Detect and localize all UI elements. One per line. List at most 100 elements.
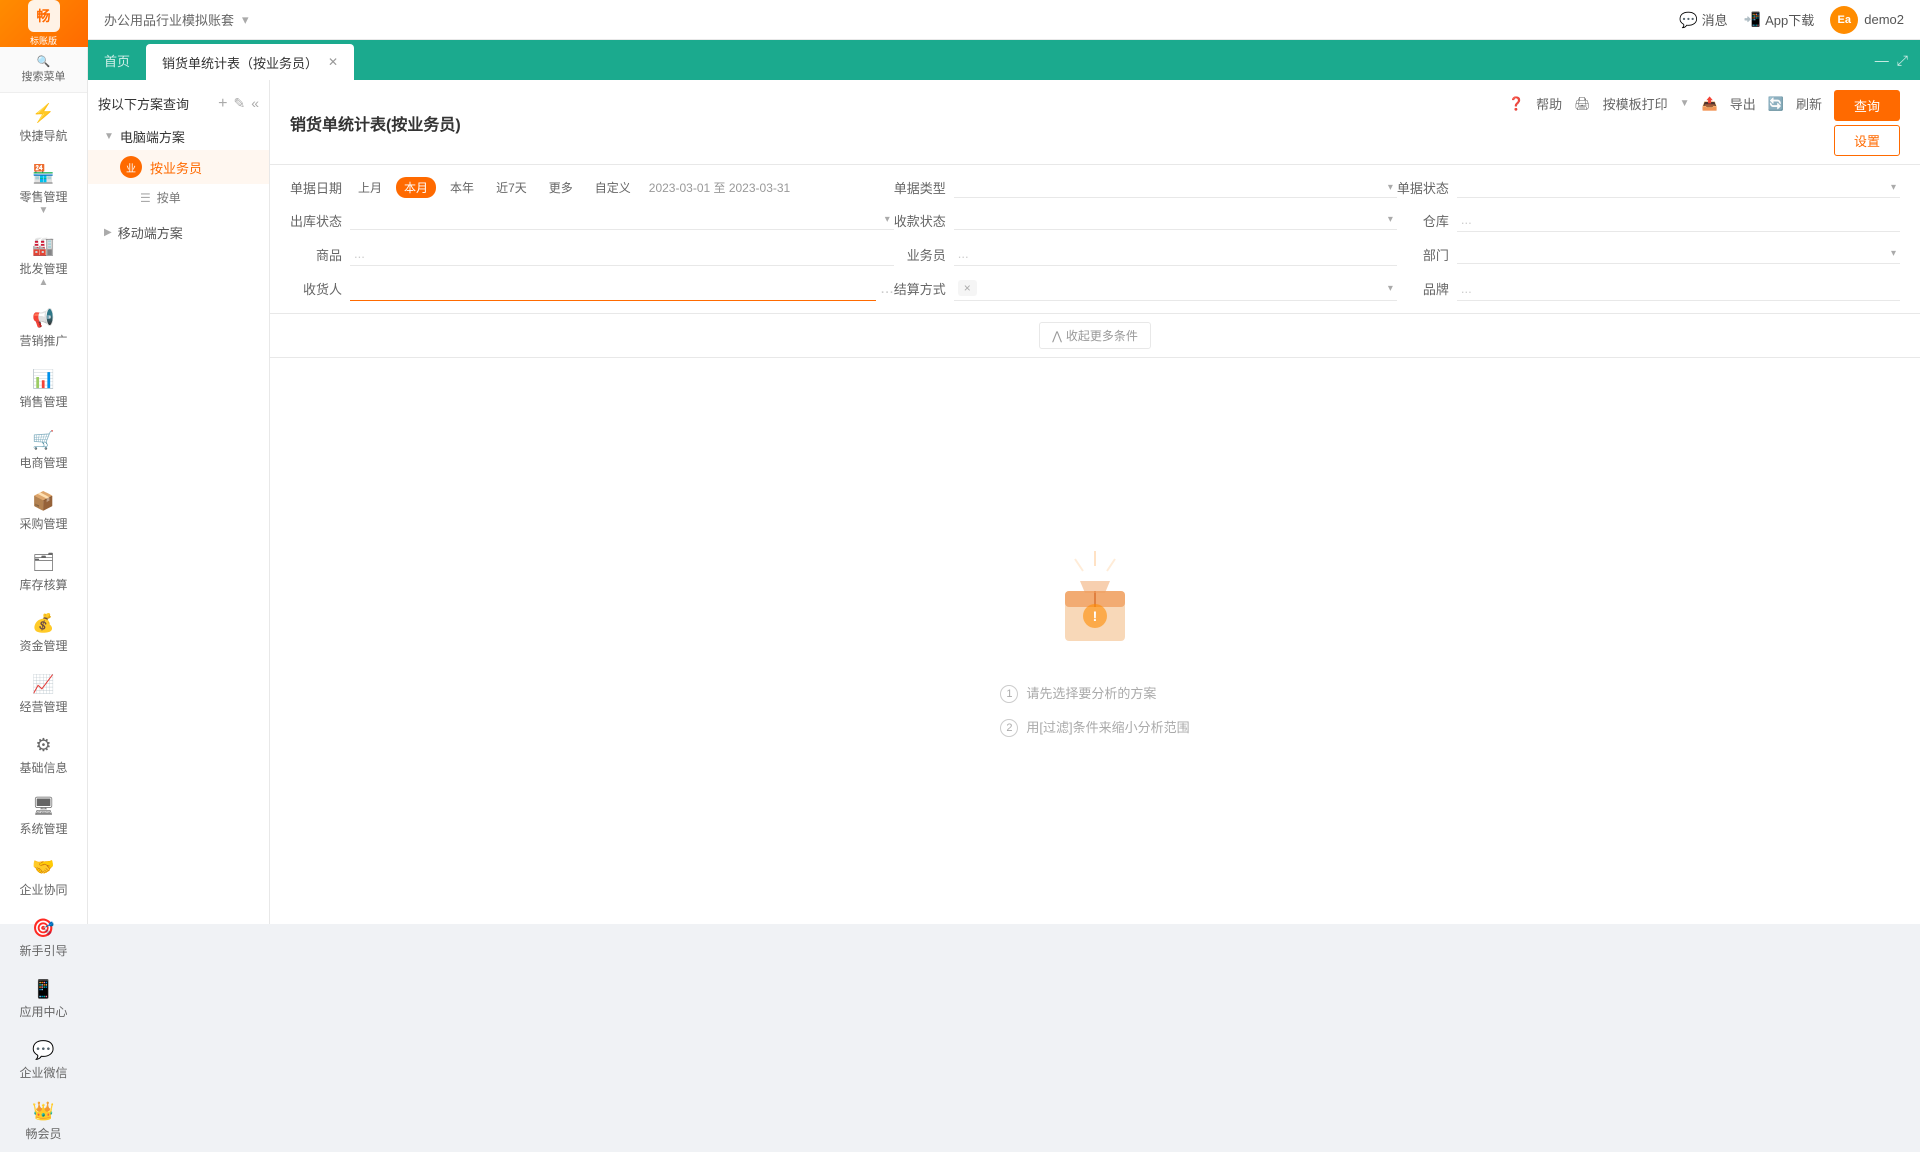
sidebar-newbie-label: 新手引导 [19, 942, 67, 959]
user-area[interactable]: Ea demo2 [1830, 6, 1904, 34]
payment-select[interactable]: ▾ [954, 210, 1397, 230]
sidebar-item-sales[interactable]: 📊 销售管理 [0, 359, 87, 420]
main-content: 销货单统计表(按业务员) ❓ 帮助 🖨 按模板打印 ▼ 📤 [270, 80, 1920, 924]
tab-minimize-icon[interactable]: — [1875, 52, 1889, 68]
help-action[interactable]: ❓ 帮助 [1508, 94, 1562, 113]
sidebar-item-quicknav[interactable]: ⚡ 快捷导航 [0, 93, 87, 154]
warehouse-select[interactable]: ... [1457, 208, 1900, 232]
wholesale-icon: 🏭 [32, 236, 54, 257]
tab-home[interactable]: 首页 [88, 40, 146, 80]
filter-payment: 收款状态 ▾ [894, 210, 1397, 230]
sidebar-enterprise-label: 企业协同 [19, 881, 67, 898]
doc-status-label: 单据状态 [1397, 178, 1457, 197]
date-tab-thismonth[interactable]: 本月 [396, 177, 436, 198]
brand-select[interactable]: ... [1457, 277, 1900, 301]
sidebar-item-ecommerce[interactable]: 🛒 电商管理 [0, 420, 87, 481]
sidebar-item-enterprise[interactable]: 🤝 企业协同 [0, 847, 87, 908]
sidebar-item-operation[interactable]: 📈 经营管理 [0, 664, 87, 725]
finance-icon: 💰 [32, 613, 54, 634]
sidebar-item-newbie[interactable]: 🎯 新手引导 [0, 908, 87, 969]
settlement-select[interactable]: × ▾ [954, 276, 1397, 301]
refresh-label: 刷新 [1796, 94, 1822, 113]
sidebar-item-marketing[interactable]: 📢 营销推广 [0, 298, 87, 359]
inventory-icon: 🗂 [32, 552, 55, 573]
scheme-collapse-icon[interactable]: « [251, 95, 259, 113]
settings-button[interactable]: 设置 [1834, 125, 1900, 156]
avatar: Ea [1830, 6, 1858, 34]
sidebar-item-vip[interactable]: 👑 畅会员 [0, 1091, 87, 1152]
mobile-section-label: 移动端方案 [118, 223, 183, 242]
appcenter-icon: 📱 [32, 979, 54, 1000]
date-tab-7days[interactable]: 近7天 [488, 177, 535, 198]
settlement-tag-close[interactable]: × [964, 281, 971, 295]
help-icon: ❓ [1508, 96, 1524, 112]
filter-date: 单据日期 上月 本月 本年 近7天 更多 自定义 2023-03-01 至 20… [290, 177, 894, 198]
filter-outbound: 出库状态 ▾ [290, 210, 894, 230]
message-btn[interactable]: 💬 消息 [1679, 10, 1728, 29]
refresh-action[interactable]: 🔄 刷新 [1768, 94, 1822, 113]
date-tab-custom[interactable]: 自定义 [587, 177, 639, 198]
sidebar-item-inventory[interactable]: 🗂 库存核算 [0, 542, 87, 603]
salesperson-scheme-label: 按业务员 [150, 158, 202, 177]
sidebar-ecommerce-label: 电商管理 [19, 454, 67, 471]
user-name: demo2 [1864, 12, 1904, 27]
filter-salesperson: 业务员 ... [894, 242, 1397, 266]
date-tab-more[interactable]: 更多 [541, 177, 581, 198]
date-range-text: 2023-03-01 至 2023-03-31 [649, 179, 790, 196]
avatar-initials: Ea [1838, 14, 1851, 26]
scheme-section-desktop: ▼ 电脑端方案 业 按业务员 ☰ 按单 [88, 119, 269, 215]
goods-select[interactable]: ... [350, 242, 894, 266]
tab-bar: 首页 销货单统计表（按业务员） ✕ — ⤢ [88, 40, 1920, 80]
tab-maximize-icon[interactable]: ⤢ [1897, 52, 1908, 69]
tab-sales-stat-label: 销货单统计表（按业务员） [162, 53, 318, 72]
sidebar-item-purchase[interactable]: 📦 采购管理 [0, 481, 87, 542]
query-button[interactable]: 查询 [1834, 90, 1900, 121]
app-title-dropdown-icon[interactable]: ▾ [242, 12, 249, 28]
collapse-label: 收起更多条件 [1066, 327, 1138, 344]
doc-status-select[interactable]: ▾ [1457, 178, 1900, 198]
sidebar-item-retail[interactable]: 🏪 零售管理 ▼ [0, 154, 87, 226]
tab-sales-stat[interactable]: 销货单统计表（按业务员） ✕ [146, 44, 354, 80]
collapse-button[interactable]: ⋀ 收起更多条件 [1039, 322, 1151, 349]
print-icon: 🖨 [1574, 96, 1591, 112]
receiver-input[interactable] [350, 277, 876, 301]
dept-select[interactable]: ▾ [1457, 244, 1900, 264]
receiver-dots-icon[interactable]: ... [880, 280, 893, 298]
date-tab-thisyear[interactable]: 本年 [442, 177, 482, 198]
sidebar-item-basic[interactable]: ⚙ 基础信息 [0, 725, 87, 786]
sidebar-item-wholesale[interactable]: 🏭 批发管理 ▲ [0, 226, 87, 298]
sidebar-item-system[interactable]: 🖥 系统管理 [0, 786, 87, 847]
date-tab-lastmonth[interactable]: 上月 [350, 177, 390, 198]
outbound-select[interactable]: ▾ [350, 210, 894, 230]
scheme-section-mobile: ▶ 移动端方案 [88, 215, 269, 250]
sidebar-item-corpwechat[interactable]: 💬 企业微信 [0, 1030, 87, 1091]
sidebar-item-appcenter[interactable]: 📱 应用中心 [0, 969, 87, 1030]
warehouse-placeholder: ... [1461, 212, 1472, 227]
scheme-mobile-title[interactable]: ▶ 移动端方案 [88, 219, 269, 246]
scheme-sub-item-by-order[interactable]: ☰ 按单 [88, 184, 269, 211]
template-print-label: 按模板打印 [1603, 94, 1668, 113]
app-download-btn[interactable]: 📲 App下载 [1744, 10, 1815, 29]
page-title: 销货单统计表(按业务员) [290, 111, 461, 135]
template-print-action[interactable]: 🖨 按模板打印 ▼ [1574, 94, 1689, 113]
scheme-add-icon[interactable]: + [218, 95, 227, 113]
order-scheme-label: 按单 [157, 189, 181, 206]
sidebar-item-search[interactable]: 🔍 搜索菜单 [0, 47, 87, 93]
retail-expand-icon: ▼ [39, 205, 49, 216]
scheme-section-desktop-title[interactable]: ▼ 电脑端方案 [88, 123, 269, 150]
basic-icon: ⚙ [35, 735, 51, 756]
app-title-area: 办公用品行业模拟账套 ▾ [104, 10, 249, 29]
tab-close-icon[interactable]: ✕ [328, 55, 338, 69]
corpwechat-icon: 💬 [32, 1040, 54, 1061]
scheme-edit-icon[interactable]: ✎ [233, 95, 245, 113]
salesperson-select[interactable]: ... [954, 242, 1397, 266]
export-action[interactable]: 📤 导出 [1702, 94, 1756, 113]
sidebar-item-finance[interactable]: 💰 资金管理 [0, 603, 87, 664]
sidebar-quicknav-label: 快捷导航 [19, 127, 67, 144]
message-label: 消息 [1702, 10, 1728, 29]
scheme-item-by-salesperson[interactable]: 业 按业务员 [88, 150, 269, 184]
receiver-label: 收货人 [290, 279, 350, 298]
filter-row-1: 单据日期 上月 本月 本年 近7天 更多 自定义 2023-03-01 至 20… [290, 177, 1900, 198]
empty-illustration: ! [1035, 541, 1155, 661]
doc-type-select[interactable]: ▾ [954, 178, 1397, 198]
